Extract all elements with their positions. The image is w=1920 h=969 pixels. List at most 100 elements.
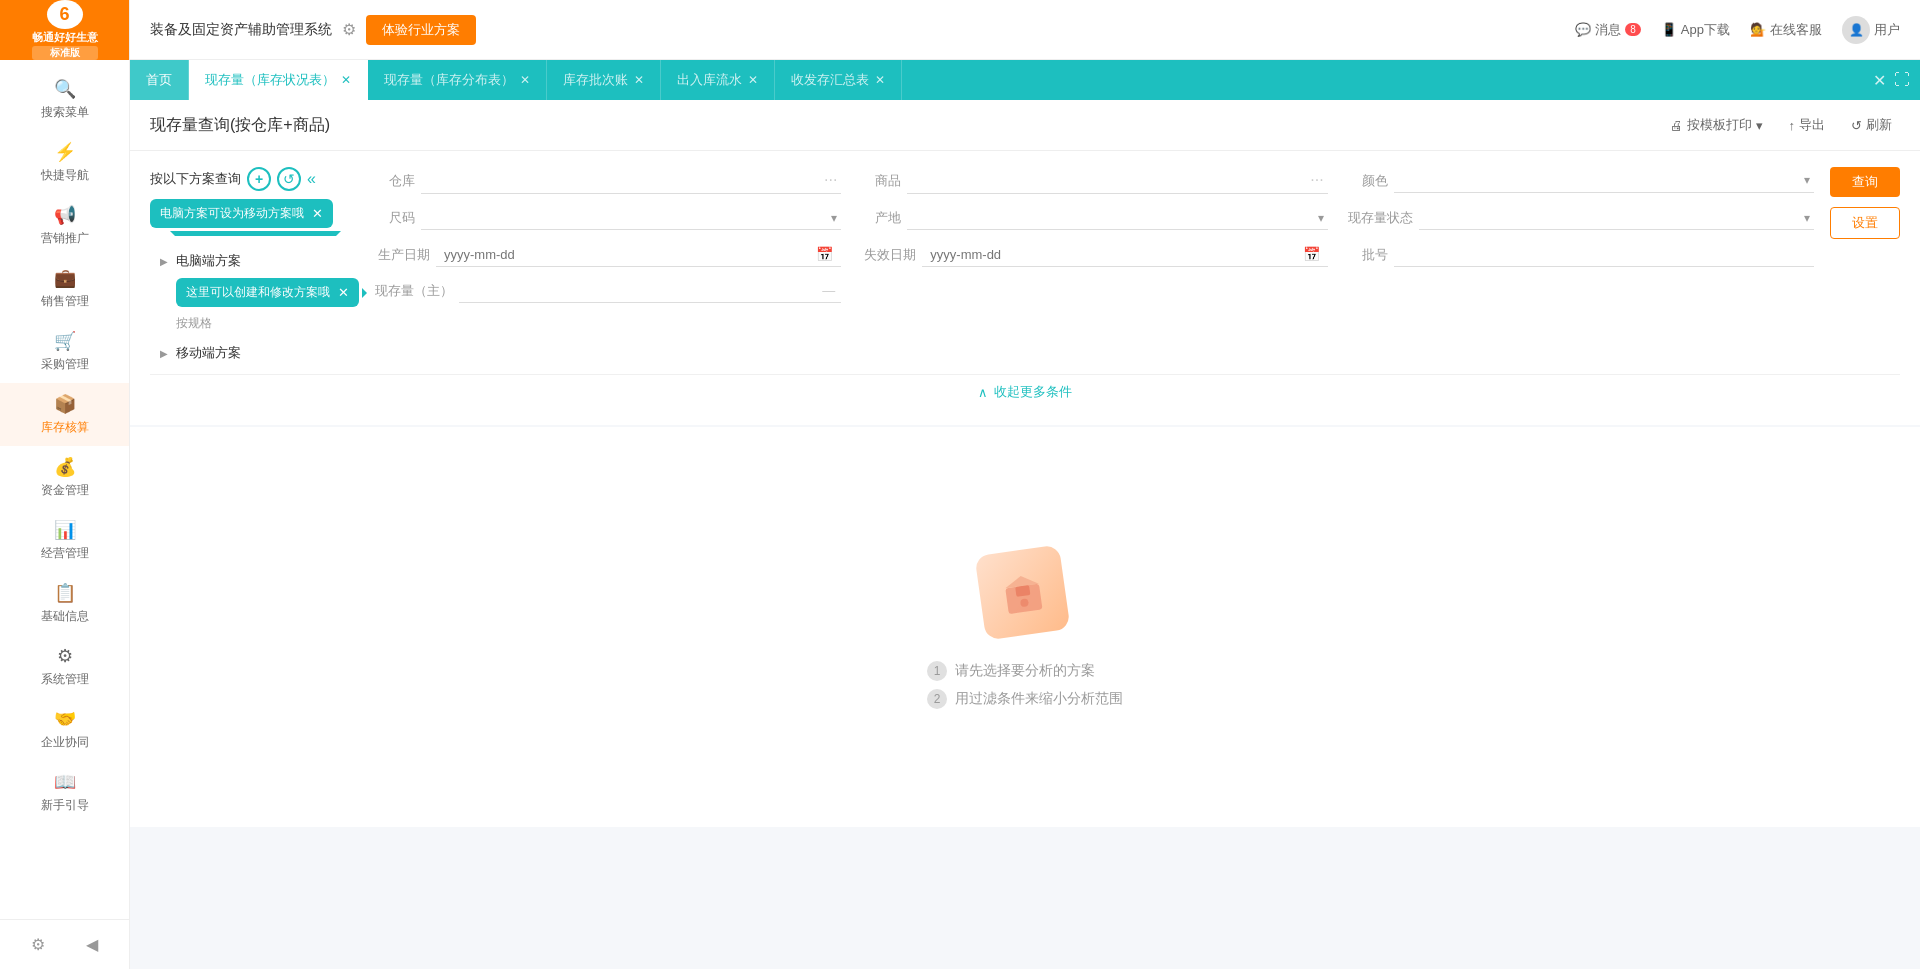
print-btn[interactable]: 🖨 按模板打印 ▾ (1662, 112, 1771, 138)
tab-batch-ledger-close[interactable]: ✕ (634, 73, 644, 87)
sidebar-item-finance-label: 资金管理 (41, 482, 89, 499)
filter-invstatus-label: 现存量状态 (1348, 209, 1413, 227)
filter-expdate-field: 失效日期 📅 (861, 242, 1327, 267)
proddate-calendar-icon[interactable]: 📅 (816, 246, 833, 262)
collapse-footer-btn[interactable]: ◀ (86, 935, 98, 954)
filter-invqty-text[interactable] (459, 283, 816, 298)
sidebar-item-system[interactable]: ⚙ 系统管理 (0, 635, 129, 698)
app-label: App下载 (1681, 21, 1730, 39)
user-item[interactable]: 👤 用户 (1842, 16, 1900, 44)
trial-button[interactable]: 体验行业方案 (366, 15, 476, 45)
settings-footer-btn[interactable]: ⚙ (31, 935, 45, 954)
filter-size-input[interactable]: ▾ (421, 206, 841, 230)
add-tooltip-close[interactable]: ✕ (312, 206, 323, 221)
filter-warehouse-dots[interactable]: ··· (820, 171, 841, 189)
expdate-calendar-icon[interactable]: 📅 (1303, 246, 1320, 262)
sidebar-item-sales[interactable]: 💼 销售管理 (0, 257, 129, 320)
filter-refresh-btn[interactable]: ↺ (277, 167, 301, 191)
sidebar-item-purchase[interactable]: 🛒 采购管理 (0, 320, 129, 383)
header-settings-icon[interactable]: ⚙ (342, 20, 356, 39)
system-icon: ⚙ (57, 645, 73, 667)
filter-color-input[interactable]: ▾ (1394, 169, 1814, 193)
empty-tip-2: 2 用过滤条件来缩小分析范围 (927, 689, 1123, 709)
filter-invstatus-text[interactable] (1419, 210, 1800, 225)
collapse-btn[interactable]: ∧ 收起更多条件 (150, 374, 1900, 409)
filter-proddate-input[interactable]: 📅 (436, 242, 841, 267)
empty-state-area: 1 请先选择要分析的方案 2 用过滤条件来缩小分析范围 (130, 427, 1920, 827)
reset-button[interactable]: 设置 (1830, 207, 1900, 239)
tab-home[interactable]: 首页 (130, 60, 189, 100)
export-btn[interactable]: ↑ 导出 (1781, 112, 1834, 138)
scheme-mobile[interactable]: ▶ 移动端方案 (160, 340, 359, 366)
color-dropdown-arrow[interactable]: ▾ (1800, 173, 1814, 187)
tab-expand-btn[interactable]: ⛶ (1894, 71, 1910, 89)
sidebar-item-finance[interactable]: 💰 资金管理 (0, 446, 129, 509)
filter-color-text[interactable] (1394, 173, 1800, 188)
purchase-icon: 🛒 (54, 330, 76, 352)
origin-dropdown-arrow[interactable]: ▾ (1314, 211, 1328, 225)
sidebar-item-quick[interactable]: ⚡ 快捷导航 (0, 131, 129, 194)
sidebar-logo: 6 畅通好好生意 标准版 (0, 0, 129, 60)
tab-inout-flow-label: 出入库流水 (677, 71, 742, 89)
sidebar-item-inventory[interactable]: 📦 库存核算 (0, 383, 129, 446)
system-name: 装备及固定资产辅助管理系统 (150, 21, 332, 39)
header-left: 装备及固定资产辅助管理系统 ⚙ 体验行业方案 (150, 15, 476, 45)
filter-proddate-text[interactable] (444, 247, 816, 262)
tab-inventory-status[interactable]: 现存量（库存状况表） ✕ (189, 60, 368, 100)
tab-inout-flow[interactable]: 出入库流水 ✕ (661, 60, 775, 100)
refresh-btn[interactable]: ↺ 刷新 (1843, 112, 1900, 138)
filter-invqty-label: 现存量（主） (375, 282, 453, 300)
logo-icon: 6 (47, 0, 83, 29)
filter-warehouse-text[interactable] (421, 173, 820, 188)
tab-inventory-dist[interactable]: 现存量（库存分布表） ✕ (368, 60, 547, 100)
edit-tooltip-close[interactable]: ✕ (338, 285, 349, 300)
sidebar-item-basic[interactable]: 📋 基础信息 (0, 572, 129, 635)
scheme-desktop-sub[interactable]: 按规格 (176, 311, 359, 336)
filter-expdate-text[interactable] (930, 247, 1302, 262)
scheme-desktop[interactable]: ▶ 电脑端方案 (160, 248, 359, 274)
sidebar-item-search[interactable]: 🔍 搜索菜单 (0, 68, 129, 131)
tab-batch-ledger[interactable]: 库存批次账 ✕ (547, 60, 661, 100)
filter-product-field: 商品 ··· (861, 167, 1327, 194)
filter-add-btn[interactable]: + (247, 167, 271, 191)
filter-origin-text[interactable] (907, 210, 1313, 225)
user-avatar: 👤 (1842, 16, 1870, 44)
filter-product-dots[interactable]: ··· (1306, 171, 1327, 189)
app-download-item[interactable]: 📱 App下载 (1661, 21, 1730, 39)
filter-batchno-input[interactable] (1394, 243, 1814, 267)
tab-inout-flow-close[interactable]: ✕ (748, 73, 758, 87)
sidebar-item-system-label: 系统管理 (41, 671, 89, 688)
tab-bar: 首页 现存量（库存状况表） ✕ 现存量（库存分布表） ✕ 库存批次账 ✕ 出入库… (130, 60, 1920, 100)
message-item[interactable]: 💬 消息 8 (1575, 21, 1641, 39)
sidebar-item-marketing[interactable]: 📢 营销推广 (0, 194, 129, 257)
size-dropdown-arrow[interactable]: ▾ (827, 211, 841, 225)
filter-warehouse-input[interactable]: ··· (421, 167, 841, 194)
sidebar-item-operation[interactable]: 📊 经营管理 (0, 509, 129, 572)
tab-close-all-btn[interactable]: ✕ (1873, 71, 1886, 90)
tab-inventory-dist-close[interactable]: ✕ (520, 73, 530, 87)
filter-expdate-input[interactable]: 📅 (922, 242, 1327, 267)
filter-batchno-field: 批号 (1348, 243, 1814, 267)
guide-icon: 📖 (54, 771, 76, 793)
filter-origin-input[interactable]: ▾ (907, 206, 1327, 230)
tab-receive-summary-close[interactable]: ✕ (875, 73, 885, 87)
filter-fields-area: 仓库 ··· 商品 ··· (375, 167, 1814, 303)
search-button[interactable]: 查询 (1830, 167, 1900, 197)
filter-product-input[interactable]: ··· (907, 167, 1327, 194)
tab-inventory-status-close[interactable]: ✕ (341, 73, 351, 87)
filter-size-text[interactable] (421, 210, 827, 225)
filter-arrow-left-btn[interactable]: « (307, 170, 316, 188)
scheme-desktop-label: 电脑端方案 (176, 252, 241, 270)
empty-illustration (970, 545, 1080, 645)
sidebar-item-enterprise[interactable]: 🤝 企业协同 (0, 698, 129, 761)
service-icon: 💁 (1750, 22, 1766, 37)
filter-invstatus-input[interactable]: ▾ (1419, 206, 1814, 230)
service-item[interactable]: 💁 在线客服 (1750, 21, 1822, 39)
sidebar-item-guide[interactable]: 📖 新手引导 (0, 761, 129, 824)
marketing-icon: 📢 (54, 204, 76, 226)
filter-batchno-text[interactable] (1394, 247, 1814, 262)
invstatus-dropdown-arrow[interactable]: ▾ (1800, 211, 1814, 225)
filter-product-text[interactable] (907, 173, 1306, 188)
tab-receive-summary[interactable]: 收发存汇总表 ✕ (775, 60, 902, 100)
filter-invqty-input[interactable]: — (459, 279, 841, 303)
